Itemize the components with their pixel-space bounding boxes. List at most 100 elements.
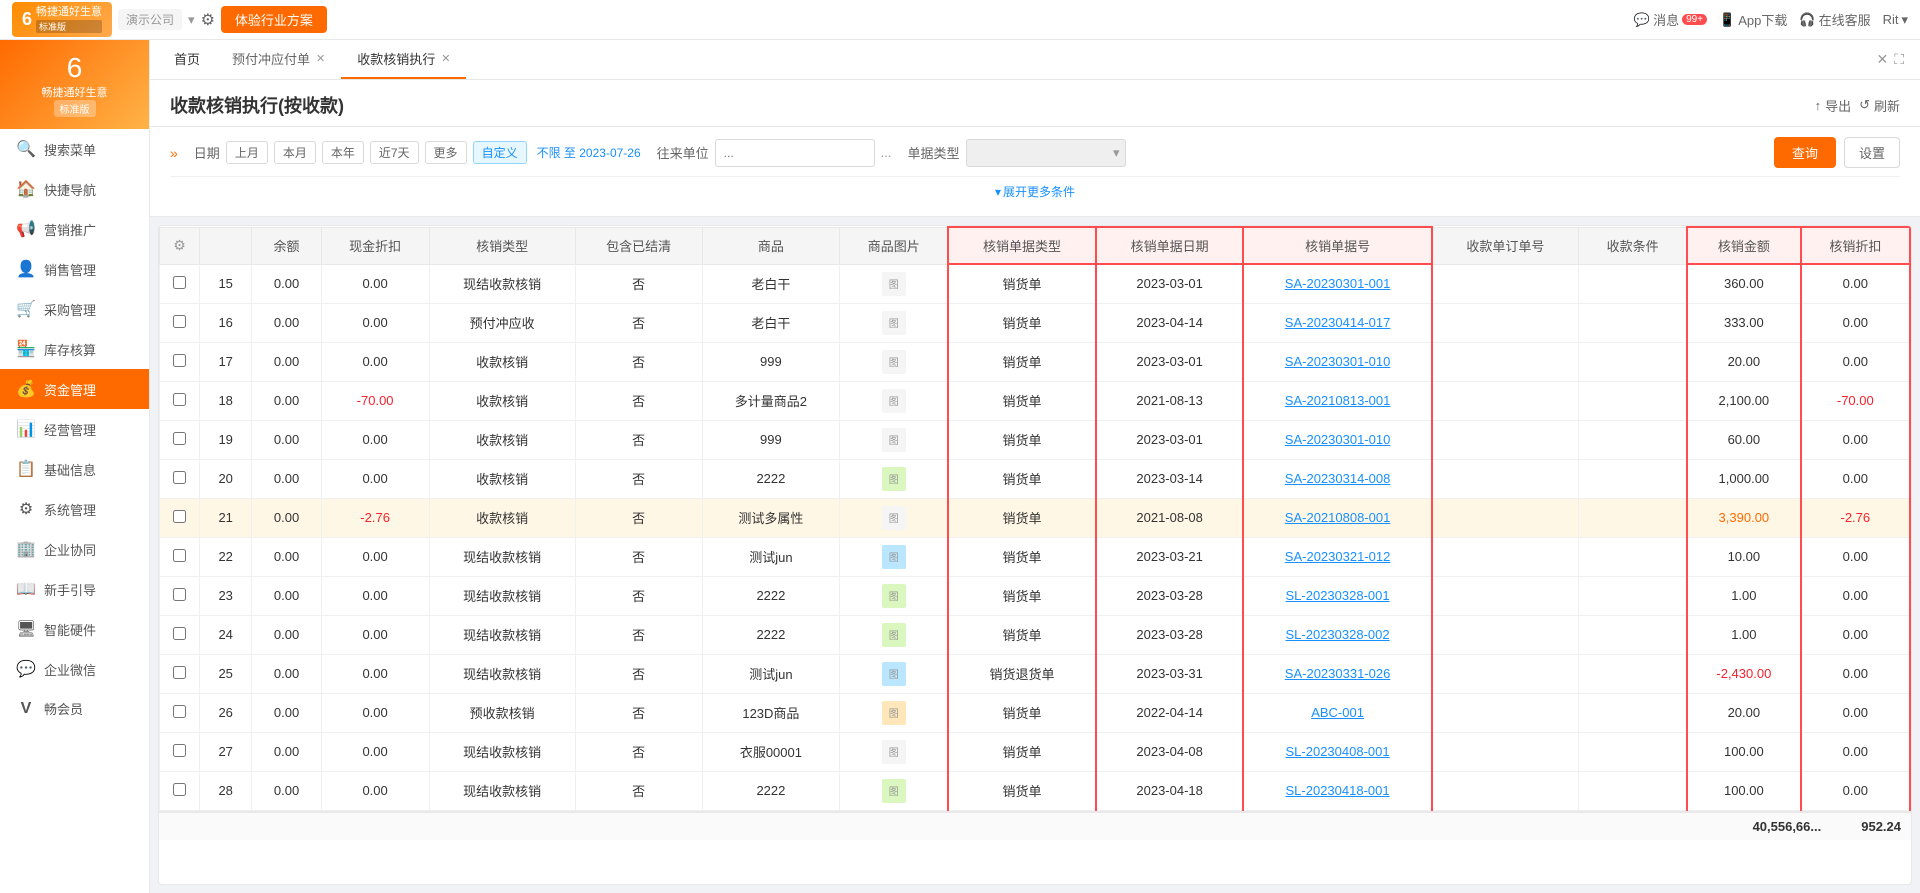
cell-checkbox[interactable] [160, 342, 200, 381]
date-custom[interactable]: 自定义 [473, 141, 527, 164]
sidebar-item-search[interactable]: 🔍 搜索菜单 [0, 129, 149, 169]
date-this-month[interactable]: 本月 [274, 141, 316, 164]
sidebar-item-inventory[interactable]: 🏪 库存核算 [0, 329, 149, 369]
cell-checkbox[interactable] [160, 420, 200, 459]
cell-checkbox[interactable] [160, 771, 200, 810]
col-balance: 余额 [252, 227, 321, 264]
cell-verify-bill-no[interactable]: SL-20230328-001 [1243, 576, 1431, 615]
refresh-button[interactable]: ↺ 刷新 [1859, 96, 1900, 115]
cell-checkbox[interactable] [160, 654, 200, 693]
message-label: 消息 [1653, 10, 1679, 29]
sidebar-item-finance[interactable]: 💰 资金管理 [0, 369, 149, 409]
gear-icon[interactable]: ⚙ [201, 10, 215, 30]
main-content: 首页 预付冲应付单 ✕ 收款核销执行 ✕ ✕ ⛶ 收款核销执行(按收款) [150, 40, 1920, 893]
tab-prepay[interactable]: 预付冲应付单 ✕ [216, 40, 341, 79]
date-last-month[interactable]: 上月 [226, 141, 268, 164]
table-row: 28 0.00 0.00 现结收款核销 否 2222 图 销货单 2023-04… [160, 771, 1911, 810]
cell-checkbox[interactable] [160, 732, 200, 771]
cell-verify-bill-no[interactable]: SL-20230328-002 [1243, 615, 1431, 654]
app-download[interactable]: 📱 App下载 [1719, 10, 1787, 29]
industry-btn[interactable]: 体验行业方案 [221, 6, 327, 33]
cell-checkbox[interactable] [160, 615, 200, 654]
voucher-type-select[interactable] [966, 139, 1126, 167]
cell-verify-bill-no[interactable]: SL-20230418-001 [1243, 771, 1431, 810]
cell-verify-bill-no[interactable]: SA-20230301-010 [1243, 420, 1431, 459]
cell-verify-bill-no[interactable]: SA-20230414-017 [1243, 303, 1431, 342]
sidebar-item-system[interactable]: ⚙ 系统管理 [0, 489, 149, 529]
cell-checkbox[interactable] [160, 498, 200, 537]
col-verify-discount: 核销折扣 [1801, 227, 1910, 264]
cell-verify-amount: 1.00 [1687, 615, 1801, 654]
date-7days[interactable]: 近7天 [370, 141, 419, 164]
cell-receipt-condition [1579, 537, 1688, 576]
cell-checkbox[interactable] [160, 303, 200, 342]
tab-receipt[interactable]: 收款核销执行 ✕ [341, 40, 466, 79]
date-more[interactable]: 更多 [425, 141, 467, 164]
cell-row-no: 23 [200, 576, 252, 615]
tab-close-all[interactable]: ✕ [1876, 51, 1888, 68]
sidebar-item-guide[interactable]: 📖 新手引导 [0, 569, 149, 609]
cell-verify-amount: 20.00 [1687, 693, 1801, 732]
sidebar-item-sales[interactable]: 👤 销售管理 [0, 249, 149, 289]
cell-verify-bill-no[interactable]: SA-20230301-001 [1243, 264, 1431, 303]
sidebar-item-enterprise[interactable]: 🏢 企业协同 [0, 529, 149, 569]
online-service[interactable]: 🎧 在线客服 [1799, 10, 1870, 29]
top-bar: 6 畅捷通好生意 标准版 演示公司 ▾ ⚙ 体验行业方案 💬 消息 99+ 📱 … [0, 0, 1920, 40]
table-row: 26 0.00 0.00 预收款核销 否 123D商品 图 销货单 2022-0… [160, 693, 1911, 732]
date-range-text: 不限 至 2023-07-26 [537, 146, 641, 160]
date-label: 日期 [194, 143, 220, 162]
sidebar-item-hardware[interactable]: 🖥 智能硬件 [0, 609, 149, 649]
sidebar-item-purchase[interactable]: 🛒 采购管理 [0, 289, 149, 329]
cell-checkbox[interactable] [160, 576, 200, 615]
cell-checkbox[interactable] [160, 537, 200, 576]
sidebar-item-operation[interactable]: 📊 经营管理 [0, 409, 149, 449]
col-settings[interactable]: ⚙ [160, 227, 200, 264]
tab-home[interactable]: 首页 [158, 40, 216, 79]
sidebar-item-shortcut[interactable]: 🏠 快捷导航 [0, 169, 149, 209]
tab-prepay-close[interactable]: ✕ [316, 52, 325, 65]
cell-include-settled: 否 [575, 381, 702, 420]
cell-checkbox[interactable] [160, 693, 200, 732]
counterpart-input[interactable] [715, 139, 875, 167]
cell-verify-bill-no[interactable]: SA-20230331-026 [1243, 654, 1431, 693]
cell-verify-bill-date: 2023-03-28 [1096, 576, 1244, 615]
sidebar-item-basic[interactable]: 📋 基础信息 [0, 449, 149, 489]
tab-prepay-label: 预付冲应付单 [232, 49, 310, 68]
cell-verify-bill-no[interactable]: SA-20210813-001 [1243, 381, 1431, 420]
cell-verify-bill-no[interactable]: ABC-001 [1243, 693, 1431, 732]
cell-checkbox[interactable] [160, 381, 200, 420]
cell-verify-bill-no[interactable]: SA-20230301-010 [1243, 342, 1431, 381]
search-icon: 🔍 [16, 139, 36, 159]
cell-verify-bill-date: 2023-04-14 [1096, 303, 1244, 342]
cell-product: 999 [702, 342, 840, 381]
settings-button[interactable]: 设置 [1844, 137, 1900, 168]
sidebar-item-wechat[interactable]: 💬 企业微信 [0, 649, 149, 689]
user-name[interactable]: Rit ▾ [1883, 12, 1908, 28]
query-button[interactable]: 查询 [1774, 137, 1836, 168]
sidebar-item-marketing[interactable]: 📢 营销推广 [0, 209, 149, 249]
cell-checkbox[interactable] [160, 264, 200, 303]
col-verify-bill-no: 核销单据号 [1243, 227, 1431, 264]
cell-product-img: 图 [840, 771, 949, 810]
message-icon[interactable]: 💬 消息 99+ [1634, 10, 1707, 29]
cell-checkbox[interactable] [160, 459, 200, 498]
cell-verify-discount: 0.00 [1801, 771, 1910, 810]
expand-conditions-btn[interactable]: ▾ 展开更多条件 [995, 183, 1075, 200]
dropdown-icon[interactable]: ▾ [188, 12, 195, 28]
tab-fullscreen[interactable]: ⛶ [1894, 51, 1904, 68]
cell-receipt-condition [1579, 303, 1688, 342]
cell-verify-type: 现结收款核销 [429, 771, 575, 810]
cell-verify-bill-no[interactable]: SA-20230314-008 [1243, 459, 1431, 498]
filter-expand-arrow[interactable]: » [170, 145, 178, 161]
cell-verify-bill-no[interactable]: SA-20230321-012 [1243, 537, 1431, 576]
export-button[interactable]: ↑ 导出 [1815, 96, 1852, 115]
cell-verify-discount: -70.00 [1801, 381, 1910, 420]
cell-include-settled: 否 [575, 537, 702, 576]
cell-verify-type: 现结收款核销 [429, 264, 575, 303]
sidebar-item-vip[interactable]: V 畅会员 [0, 689, 149, 728]
date-this-year[interactable]: 本年 [322, 141, 364, 164]
tab-receipt-close[interactable]: ✕ [441, 52, 450, 65]
cell-verify-bill-no[interactable]: SA-20210808-001 [1243, 498, 1431, 537]
table-settings-icon[interactable]: ⚙ [173, 237, 186, 253]
cell-verify-bill-no[interactable]: SL-20230408-001 [1243, 732, 1431, 771]
